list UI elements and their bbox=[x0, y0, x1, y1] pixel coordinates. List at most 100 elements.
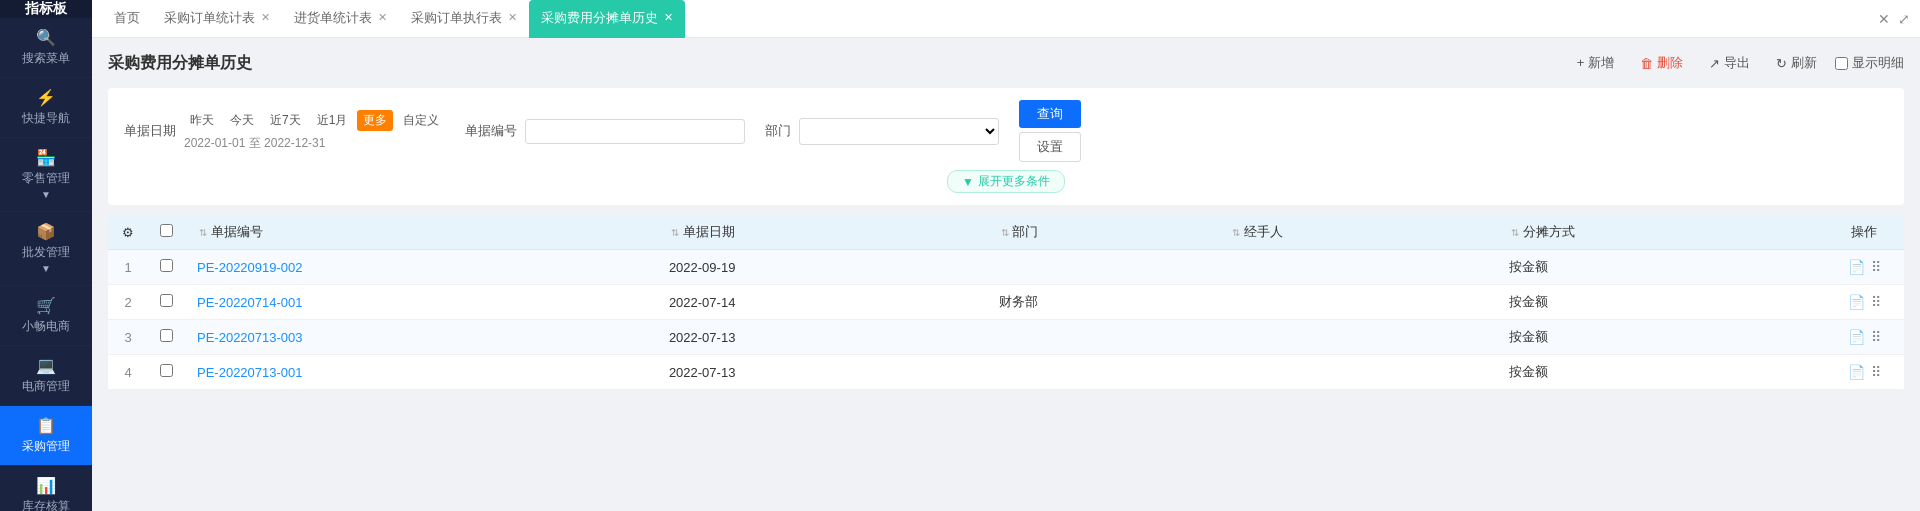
doc-no-link[interactable]: PE-20220713-003 bbox=[197, 330, 303, 345]
td-handler bbox=[1218, 250, 1497, 285]
sidebar-item-label: 批发管理 bbox=[0, 244, 92, 261]
doc-no-link[interactable]: PE-20220713-001 bbox=[197, 365, 303, 380]
td-ops: 📄 ⠿ bbox=[1824, 250, 1904, 285]
delete-button[interactable]: 🗑 删除 bbox=[1632, 50, 1691, 76]
show-col-label: 显示明细 bbox=[1852, 54, 1904, 72]
td-handler bbox=[1218, 285, 1497, 320]
tab-close-icon[interactable]: ✕ bbox=[508, 11, 517, 24]
td-dept bbox=[987, 355, 1219, 390]
sort-icon: ⇅ bbox=[1001, 227, 1009, 238]
td-split-method: 按金额 bbox=[1497, 320, 1824, 355]
expand-more-button[interactable]: ▼ 展开更多条件 bbox=[947, 170, 1065, 193]
row-checkbox[interactable] bbox=[160, 294, 173, 307]
page-header: 采购费用分摊单历史 + 新增 🗑 删除 ↗ 导出 ↻ 刷新 显示明细 bbox=[108, 50, 1904, 76]
wholesale-icon: 📦 bbox=[36, 223, 56, 240]
table-row: 3 PE-20220713-003 2022-07-13 按金额 📄 ⠿ bbox=[108, 320, 1904, 355]
td-dept bbox=[987, 320, 1219, 355]
inventory-icon: 📊 bbox=[36, 477, 56, 494]
new-button[interactable]: + 新增 bbox=[1569, 50, 1622, 76]
sidebar-logo: 指标板 bbox=[0, 0, 92, 18]
shortcut-7days[interactable]: 近7天 bbox=[264, 110, 307, 131]
doc-no-link[interactable]: PE-20220919-002 bbox=[197, 260, 303, 275]
close-window-icon[interactable]: ✕ bbox=[1878, 11, 1890, 27]
tab-close-icon[interactable]: ✕ bbox=[378, 11, 387, 24]
page-title: 采购费用分摊单历史 bbox=[108, 53, 252, 74]
show-col-checkbox[interactable] bbox=[1835, 57, 1848, 70]
table-header-row: ⚙ ⇅ 单据编号 ⇅ 单据日期 bbox=[108, 215, 1904, 250]
sidebar-item-nav[interactable]: ⚡ 快捷导航 bbox=[0, 78, 92, 138]
edit-icon[interactable]: 📄 bbox=[1848, 329, 1865, 345]
main-area: 首页 采购订单统计表 ✕ 进货单统计表 ✕ 采购订单执行表 ✕ 采购费用分摊单历… bbox=[92, 0, 1920, 511]
maximize-icon[interactable]: ⤢ bbox=[1898, 11, 1910, 27]
shortcut-custom[interactable]: 自定义 bbox=[397, 110, 445, 131]
tab-cost-history[interactable]: 采购费用分摊单历史 ✕ bbox=[529, 0, 685, 38]
td-date: 2022-09-19 bbox=[657, 250, 987, 285]
purchase-icon: 📋 bbox=[36, 417, 56, 434]
ecom-mgmt-icon: 💻 bbox=[36, 357, 56, 374]
sidebar-item-label: 小畅电商 bbox=[0, 318, 92, 335]
shortcut-yesterday[interactable]: 昨天 bbox=[184, 110, 220, 131]
td-doc-no: PE-20220714-001 bbox=[185, 285, 657, 320]
sidebar-item-ecom-mgmt[interactable]: 💻 电商管理 bbox=[0, 346, 92, 406]
tab-purchase-exec[interactable]: 采购订单执行表 ✕ bbox=[399, 0, 529, 38]
sidebar-item-purchase[interactable]: 📋 采购管理 bbox=[0, 406, 92, 466]
tab-label: 进货单统计表 bbox=[294, 9, 372, 27]
tab-close-icon[interactable]: ✕ bbox=[261, 11, 270, 24]
more-icon[interactable]: ⠿ bbox=[1871, 364, 1881, 380]
show-col-checkbox-group: 显示明细 bbox=[1835, 54, 1904, 72]
th-checkbox bbox=[148, 215, 185, 250]
tab-label: 采购费用分摊单历史 bbox=[541, 9, 658, 27]
td-ops: 📄 ⠿ bbox=[1824, 320, 1904, 355]
tab-label: 采购订单执行表 bbox=[411, 9, 502, 27]
row-checkbox[interactable] bbox=[160, 329, 173, 342]
data-table: ⚙ ⇅ 单据编号 ⇅ 单据日期 bbox=[108, 215, 1904, 390]
refresh-button[interactable]: ↻ 刷新 bbox=[1768, 50, 1825, 76]
more-icon[interactable]: ⠿ bbox=[1871, 294, 1881, 310]
shortcut-more[interactable]: 更多 bbox=[357, 110, 393, 131]
filter-area: 单据日期 昨天 今天 近7天 近1月 更多 自定义 2022-01-01 至 2… bbox=[108, 88, 1904, 205]
tab-bar: 首页 采购订单统计表 ✕ 进货单统计表 ✕ 采购订单执行表 ✕ 采购费用分摊单历… bbox=[92, 0, 1920, 38]
sidebar-item-inventory[interactable]: 📊 库存核算 bbox=[0, 466, 92, 511]
query-button[interactable]: 查询 bbox=[1019, 100, 1081, 128]
edit-icon[interactable]: 📄 bbox=[1848, 294, 1865, 310]
edit-icon[interactable]: 📄 bbox=[1848, 364, 1865, 380]
gear-icon[interactable]: ⚙ bbox=[122, 225, 134, 240]
date-shortcut-row: 昨天 今天 近7天 近1月 更多 自定义 bbox=[184, 110, 445, 131]
shortcut-1month[interactable]: 近1月 bbox=[311, 110, 354, 131]
date-shortcuts: 昨天 今天 近7天 近1月 更多 自定义 2022-01-01 至 2022-1… bbox=[184, 110, 445, 152]
dept-label: 部门 bbox=[765, 122, 791, 140]
th-split-method: ⇅ 分摊方式 bbox=[1497, 215, 1824, 250]
edit-icon[interactable]: 📄 bbox=[1848, 259, 1865, 275]
sidebar-item-search[interactable]: 🔍 搜索菜单 bbox=[0, 18, 92, 78]
sidebar-item-label: 采购管理 bbox=[0, 438, 92, 455]
row-checkbox[interactable] bbox=[160, 259, 173, 272]
select-all-checkbox[interactable] bbox=[160, 224, 173, 237]
tab-home[interactable]: 首页 bbox=[102, 0, 152, 38]
shortcut-today[interactable]: 今天 bbox=[224, 110, 260, 131]
nav-icon: ⚡ bbox=[36, 89, 56, 106]
th-gear: ⚙ bbox=[108, 215, 148, 250]
filter-row: 单据日期 昨天 今天 近7天 近1月 更多 自定义 2022-01-01 至 2… bbox=[124, 100, 1888, 162]
more-icon[interactable]: ⠿ bbox=[1871, 329, 1881, 345]
doc-no-input[interactable] bbox=[525, 119, 745, 144]
export-button[interactable]: ↗ 导出 bbox=[1701, 50, 1758, 76]
th-doc-no: ⇅ 单据编号 bbox=[185, 215, 657, 250]
tab-purchase-order-stat[interactable]: 采购订单统计表 ✕ bbox=[152, 0, 282, 38]
row-num: 2 bbox=[108, 285, 148, 320]
th-dept: ⇅ 部门 bbox=[987, 215, 1219, 250]
sidebar-item-retail[interactable]: 🏪 零售管理 ▼ bbox=[0, 138, 92, 212]
tab-home-label: 首页 bbox=[114, 9, 140, 27]
tab-close-icon[interactable]: ✕ bbox=[664, 11, 673, 24]
sidebar-item-wholesale[interactable]: 📦 批发管理 ▼ bbox=[0, 212, 92, 286]
doc-no-link[interactable]: PE-20220714-001 bbox=[197, 295, 303, 310]
td-ops: 📄 ⠿ bbox=[1824, 355, 1904, 390]
table-row: 4 PE-20220713-001 2022-07-13 按金额 📄 ⠿ bbox=[108, 355, 1904, 390]
sidebar-item-ecom[interactable]: 🛒 小畅电商 bbox=[0, 286, 92, 346]
dept-select[interactable] bbox=[799, 118, 999, 145]
sidebar-item-label: 库存核算 bbox=[0, 498, 92, 511]
tab-inbound-stat[interactable]: 进货单统计表 ✕ bbox=[282, 0, 399, 38]
setting-button[interactable]: 设置 bbox=[1019, 132, 1081, 162]
row-checkbox[interactable] bbox=[160, 364, 173, 377]
more-icon[interactable]: ⠿ bbox=[1871, 259, 1881, 275]
sidebar-item-label: 搜索菜单 bbox=[0, 50, 92, 67]
